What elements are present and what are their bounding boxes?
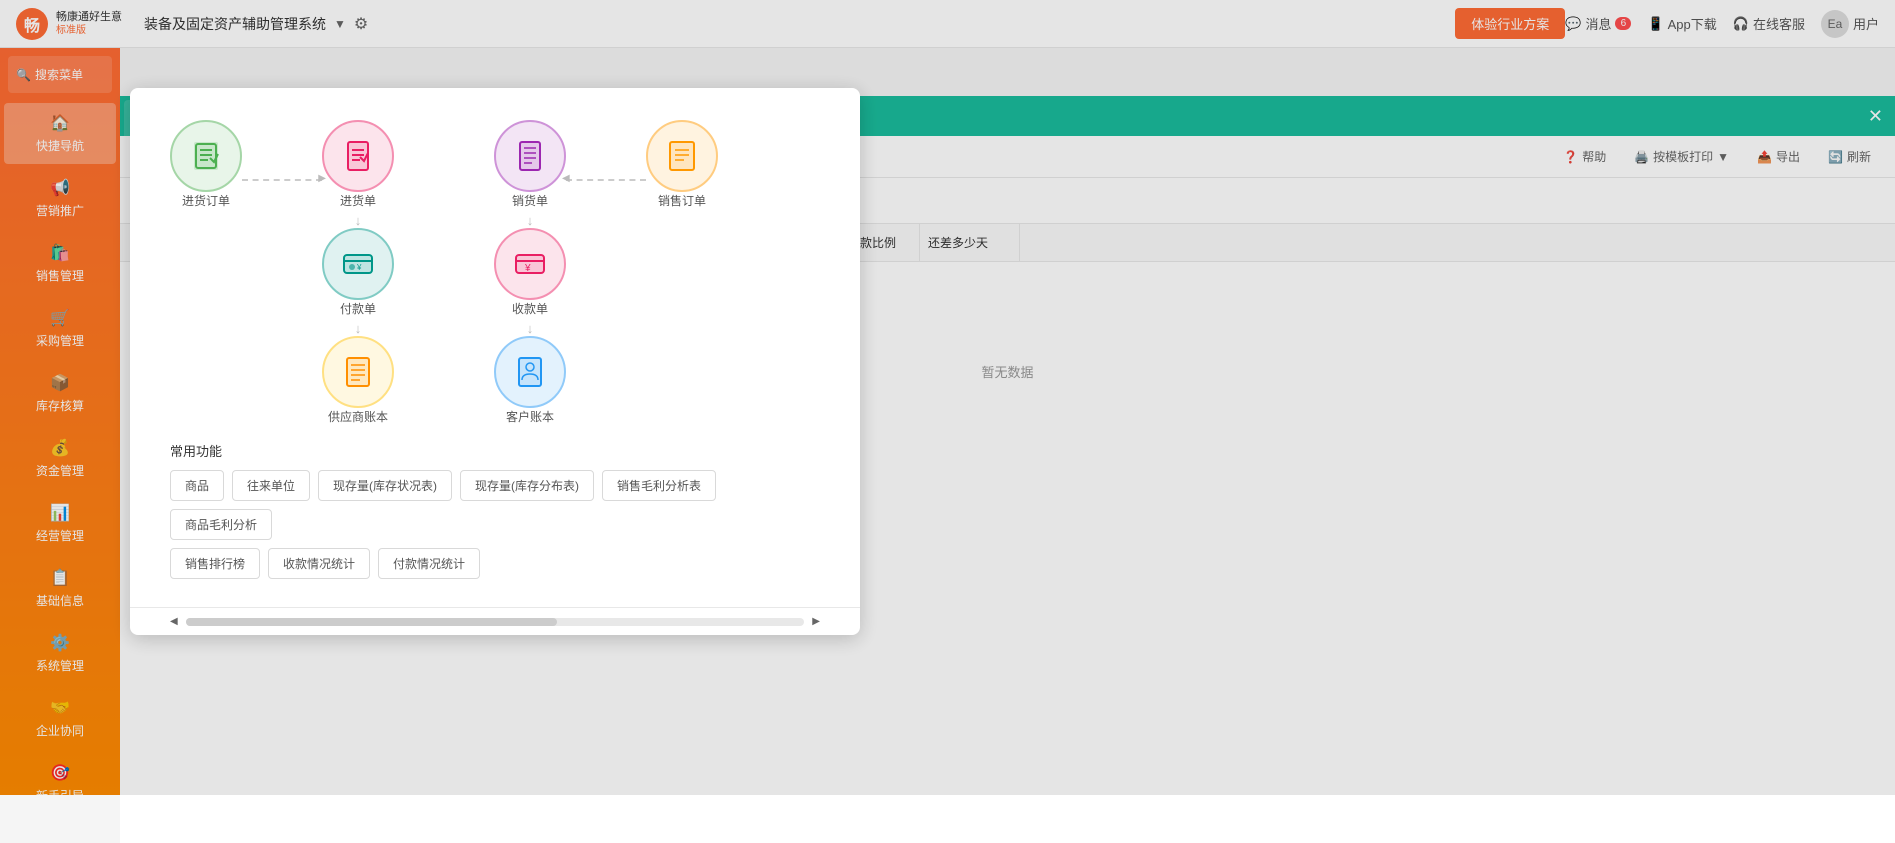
func-btn-goods[interactable]: 商品	[170, 470, 224, 501]
flow-row-1: 进货订单 ▶ 进货单	[170, 120, 820, 209]
func-btn-sales-profit[interactable]: 销售毛利分析表	[602, 470, 716, 501]
arrow-down-sales-bill: ↓	[494, 213, 566, 228]
func-btn-stock-dist[interactable]: 现存量(库存分布表)	[460, 470, 594, 501]
scroll-right-arrow[interactable]: ▶	[812, 616, 820, 627]
scroll-bar-thumb	[186, 618, 557, 626]
arrow-sales-order-to-sales-bill: ◀	[566, 179, 646, 181]
func-btn-partners[interactable]: 往来单位	[232, 470, 310, 501]
flow-arrows-row-2: ↓ ↓	[170, 321, 820, 336]
arrow-down-payment-bill: ↓	[322, 321, 394, 336]
flow-circle-payment-bill[interactable]: ¥	[322, 228, 394, 300]
modal-scroll-area: ◀ ▶	[130, 607, 860, 635]
flow-col-receipt-bill: ¥ 收款单	[494, 228, 566, 317]
func-btn-stock-status[interactable]: 现存量(库存状况表)	[318, 470, 452, 501]
arrow-purchase-order-to-purchase-bill: ▶	[242, 179, 322, 181]
func-btn-payment-stats[interactable]: 付款情况统计	[378, 548, 480, 579]
flow-modal: 进货订单 ▶ 进货单	[130, 88, 860, 635]
flow-circle-receipt-bill[interactable]: ¥	[494, 228, 566, 300]
flow-circle-customer-account[interactable]	[494, 336, 566, 408]
flow-row-2: ¥ 付款单 ¥ 收款单	[170, 228, 820, 317]
flow-col-sales-order: 销售订单	[646, 120, 718, 209]
svg-text:¥: ¥	[356, 263, 362, 272]
flow-col-sales-bill: 销货单	[494, 120, 566, 209]
flow-row-3: 供应商账本 客户账本	[170, 336, 820, 425]
flow-label-customer-account: 客户账本	[506, 408, 554, 425]
flow-col-payment-bill: ¥ 付款单	[322, 228, 394, 317]
func-buttons-row-2: 销售排行榜 收款情况统计 付款情况统计	[170, 548, 820, 579]
func-btn-goods-profit[interactable]: 商品毛利分析	[170, 509, 272, 540]
arrow-down-receipt-bill: ↓	[494, 321, 566, 336]
arrow-down-purchase-bill: ↓	[322, 213, 394, 228]
flow-label-payment-bill: 付款单	[340, 300, 376, 317]
modal-overlay: 进货订单 ▶ 进货单	[0, 0, 1895, 795]
svg-text:¥: ¥	[524, 263, 531, 274]
modal-body: 进货订单 ▶ 进货单	[130, 88, 860, 607]
flow-label-supplier-account: 供应商账本	[328, 408, 388, 425]
flow-circle-sales-order[interactable]	[646, 120, 718, 192]
flow-col-purchase-bill: 进货单	[322, 120, 394, 209]
flow-col-supplier-account: 供应商账本	[322, 336, 394, 425]
flow-circle-purchase-order[interactable]	[170, 120, 242, 192]
func-btn-sales-rank[interactable]: 销售排行榜	[170, 548, 260, 579]
flow-circle-supplier-account[interactable]	[322, 336, 394, 408]
flow-label-receipt-bill: 收款单	[512, 300, 548, 317]
flow-label-purchase-bill: 进货单	[340, 192, 376, 209]
flow-label-sales-order: 销售订单	[658, 192, 706, 209]
common-func-title: 常用功能	[170, 441, 820, 460]
func-buttons-row-1: 商品 往来单位 现存量(库存状况表) 现存量(库存分布表) 销售毛利分析表 商品…	[170, 470, 820, 540]
scroll-left-arrow[interactable]: ◀	[170, 616, 178, 627]
flow-col-purchase-order: 进货订单	[170, 120, 242, 209]
flow-circle-sales-bill[interactable]	[494, 120, 566, 192]
flow-arrows-row: ↓ ↓	[170, 213, 820, 228]
flow-label-purchase-order: 进货订单	[182, 192, 230, 209]
scroll-bar-track[interactable]	[186, 618, 805, 626]
func-btn-receipt-stats[interactable]: 收款情况统计	[268, 548, 370, 579]
flow-circle-purchase-bill[interactable]	[322, 120, 394, 192]
flow-col-customer-account: 客户账本	[494, 336, 566, 425]
flow-label-sales-bill: 销货单	[512, 192, 548, 209]
